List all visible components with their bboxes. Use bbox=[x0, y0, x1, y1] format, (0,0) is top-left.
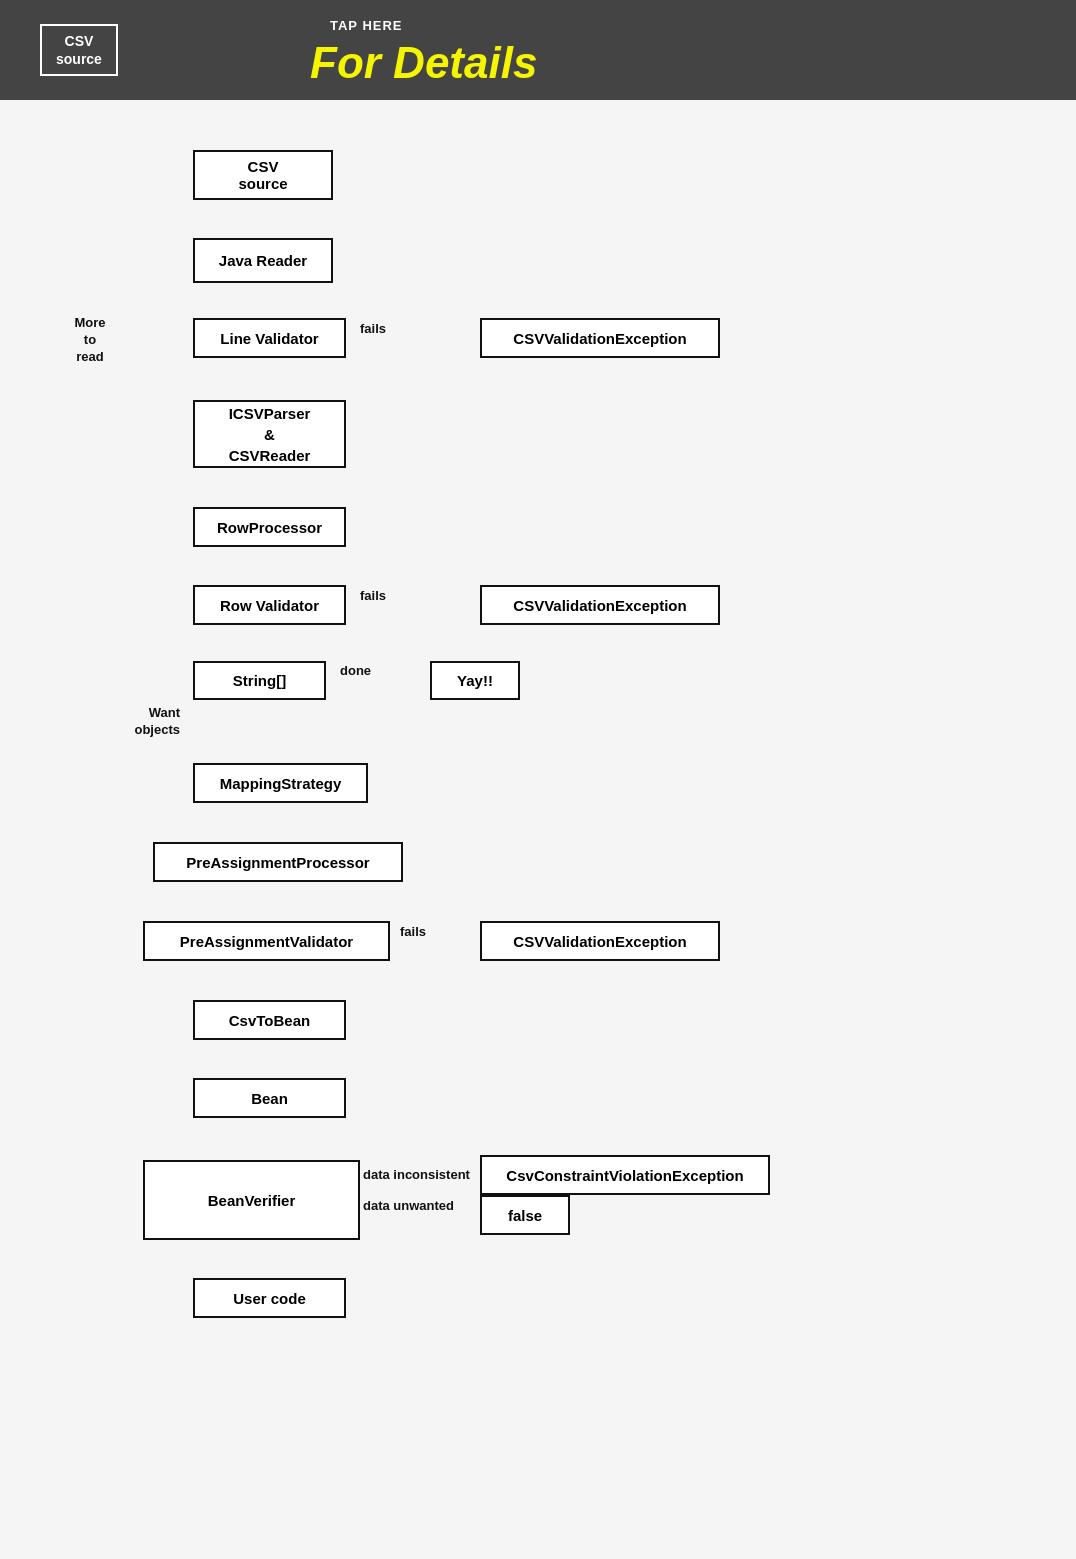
csv-validation-2-label: CSVValidationException bbox=[513, 597, 686, 614]
line-validator-label: Line Validator bbox=[220, 330, 318, 347]
csv-to-bean-label: CsvToBean bbox=[229, 1012, 310, 1029]
mapping-strategy-label: MappingStrategy bbox=[220, 775, 342, 792]
string-array-node: String[] bbox=[193, 661, 326, 700]
bean-verifier-node: BeanVerifier bbox=[143, 1160, 360, 1240]
flowchart-area: CSVsource Java Reader Moretoread Line Va… bbox=[0, 100, 1076, 160]
csv-validation-1-node: CSVValidationException bbox=[480, 318, 720, 358]
mapping-strategy-node: MappingStrategy bbox=[193, 763, 368, 803]
data-unwanted-label: data unwanted bbox=[363, 1198, 454, 1213]
csv-validation-3-node: CSVValidationException bbox=[480, 921, 720, 961]
csv-source-node: CSVsource bbox=[193, 150, 333, 200]
for-details-label[interactable]: For Details bbox=[310, 38, 537, 88]
yay-label: Yay!! bbox=[457, 672, 493, 689]
csv-validation-1-label: CSVValidationException bbox=[513, 330, 686, 347]
row-processor-label: RowProcessor bbox=[217, 519, 322, 536]
csv-to-bean-node: CsvToBean bbox=[193, 1000, 346, 1040]
java-reader-label: Java Reader bbox=[219, 252, 307, 269]
want-objects-label: Wantobjects bbox=[100, 705, 180, 739]
false-label: false bbox=[508, 1207, 542, 1224]
string-array-label: String[] bbox=[233, 672, 286, 689]
icsvparser-node: ICSVParser&CSVReader bbox=[193, 400, 346, 468]
csv-source-label: CSVsource bbox=[238, 158, 287, 192]
false-node: false bbox=[480, 1195, 570, 1235]
pre-assignment-processor-node: PreAssignmentProcessor bbox=[153, 842, 403, 882]
bean-verifier-label: BeanVerifier bbox=[208, 1192, 296, 1209]
more-to-read-label: Moretoread bbox=[60, 315, 120, 366]
java-reader-node: Java Reader bbox=[193, 238, 333, 283]
header-banner: CSV source TAP HERE For Details bbox=[0, 0, 1076, 100]
pre-assignment-processor-label: PreAssignmentProcessor bbox=[186, 854, 369, 871]
user-code-node: User code bbox=[193, 1278, 346, 1318]
fails-label-3: fails bbox=[400, 924, 426, 939]
pre-assignment-validator-label: PreAssignmentValidator bbox=[180, 933, 353, 950]
yay-node: Yay!! bbox=[430, 661, 520, 700]
csv-source-header-box: CSV source bbox=[40, 24, 118, 76]
bean-label: Bean bbox=[251, 1090, 288, 1107]
fails-label-1: fails bbox=[360, 321, 386, 336]
csv-constraint-label: CsvConstraintViolationException bbox=[506, 1167, 743, 1184]
icsvparser-label: ICSVParser&CSVReader bbox=[229, 403, 311, 466]
line-validator-node: Line Validator bbox=[193, 318, 346, 358]
arrows-svg bbox=[0, 100, 1076, 160]
csv-constraint-node: CsvConstraintViolationException bbox=[480, 1155, 770, 1195]
csv-validation-2-node: CSVValidationException bbox=[480, 585, 720, 625]
tap-here-label[interactable]: TAP HERE bbox=[330, 18, 403, 33]
csv-validation-3-label: CSVValidationException bbox=[513, 933, 686, 950]
row-processor-node: RowProcessor bbox=[193, 507, 346, 547]
bean-node: Bean bbox=[193, 1078, 346, 1118]
row-validator-label: Row Validator bbox=[220, 597, 319, 614]
user-code-label: User code bbox=[233, 1290, 306, 1307]
fails-label-2: fails bbox=[360, 588, 386, 603]
pre-assignment-validator-node: PreAssignmentValidator bbox=[143, 921, 390, 961]
done-label: done bbox=[340, 663, 371, 678]
row-validator-node: Row Validator bbox=[193, 585, 346, 625]
data-inconsistent-label: data inconsistent bbox=[363, 1167, 470, 1182]
